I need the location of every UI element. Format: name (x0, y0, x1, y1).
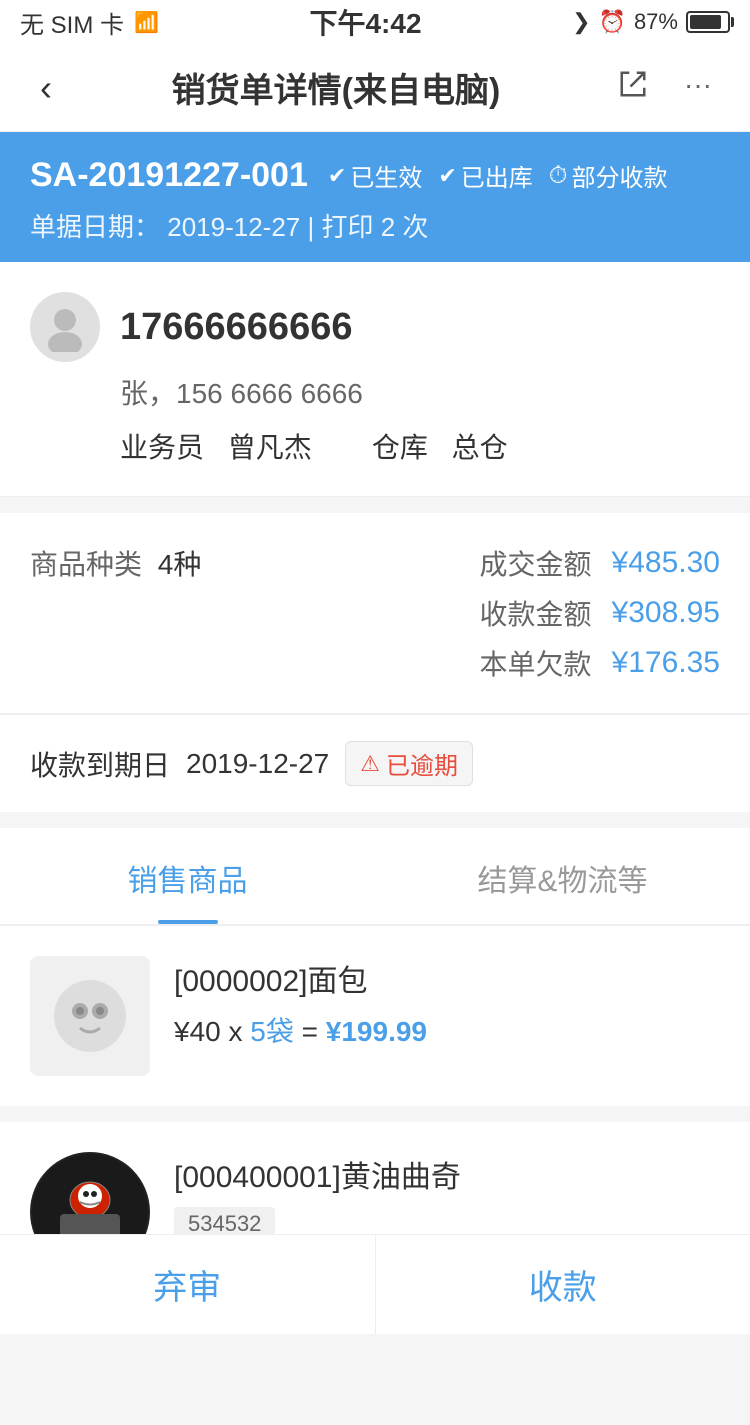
nav-bar: ‹ 销货单详情(来自电脑) ··· (0, 44, 750, 132)
nav-actions: ··· (610, 61, 720, 114)
tab-products[interactable]: 销售商品 (0, 828, 375, 924)
overdue-badge: ⚠ 已逾期 (345, 741, 473, 786)
list-item: [0000002]面包 ¥40 x 5袋 = ¥199.99 (0, 926, 750, 1106)
share-button[interactable] (610, 61, 656, 114)
alarm-icon: ⏰ (599, 9, 626, 35)
bottom-bar: 弃审 收款 (0, 1234, 750, 1334)
product-thumbnail-1 (30, 956, 150, 1076)
due-date-value: 2019-12-27 (186, 748, 329, 780)
customer-id: 17666666666 (120, 306, 352, 349)
due-date-label: 收款到期日 (30, 744, 170, 784)
carrier-label: 无 SIM 卡 (20, 5, 124, 40)
collect-button[interactable]: 收款 (376, 1235, 750, 1334)
page-title: 销货单详情(来自电脑) (172, 63, 501, 112)
status-shipped: ✔ 已出库 (438, 158, 532, 193)
status-bar: 无 SIM 卡 📶 下午4:42 ❯ ⏰ 87% (0, 0, 750, 44)
location-icon: ❯ (572, 9, 590, 35)
deal-amount-row: 成交金额 ¥485.30 (480, 543, 720, 583)
product-type-field: 商品种类 4种 (30, 543, 201, 683)
overdue-icon: ⚠ (360, 751, 380, 777)
tabs-section: 销售商品 结算&物流等 (0, 828, 750, 926)
product-price-1: ¥40 x 5袋 = ¥199.99 (174, 1010, 720, 1050)
tab-settlement[interactable]: 结算&物流等 (375, 828, 750, 924)
customer-name: 张，156 6666 6666 (30, 372, 720, 412)
battery-icon (686, 11, 730, 33)
order-id: SA-20191227-001 (30, 156, 308, 195)
reject-button[interactable]: 弃审 (0, 1235, 376, 1334)
avatar (30, 292, 100, 362)
header-banner: SA-20191227-001 ✔ 已生效 ✔ 已出库 ⏱ 部分收款 单据日期：… (0, 132, 750, 262)
wifi-icon: 📶 (134, 10, 159, 35)
battery-percent: 87% (634, 9, 678, 35)
summary-section: 商品种类 4种 成交金额 ¥485.30 收款金额 ¥308.95 本单欠款 ¥… (0, 513, 750, 714)
tabs-row: 销售商品 结算&物流等 (0, 828, 750, 924)
amount-fields: 成交金额 ¥485.30 收款金额 ¥308.95 本单欠款 ¥176.35 (480, 543, 720, 683)
product-info-1: [0000002]面包 ¥40 x 5袋 = ¥199.99 (174, 956, 720, 1050)
customer-meta: 业务员 曾凡杰 仓库 总仓 (30, 426, 720, 466)
collect-amount-row: 收款金额 ¥308.95 (480, 593, 720, 633)
debt-amount-row: 本单欠款 ¥176.35 (480, 643, 720, 683)
salesman-field: 业务员 曾凡杰 (120, 426, 312, 466)
status-tags: ✔ 已生效 ✔ 已出库 ⏱ 部分收款 (328, 158, 668, 193)
header-meta: 单据日期： 2019-12-27 | 打印 2 次 (30, 207, 720, 244)
warehouse-field: 仓库 总仓 (372, 426, 508, 466)
status-effective: ✔ 已生效 (328, 158, 422, 193)
product-name-1: [0000002]面包 (174, 956, 720, 1000)
customer-section: 17666666666 张，156 6666 6666 业务员 曾凡杰 仓库 总… (0, 262, 750, 497)
status-time: 下午4:42 (309, 2, 421, 42)
due-date-section: 收款到期日 2019-12-27 ⚠ 已逾期 (0, 714, 750, 812)
product-name-2: [000400001]黄油曲奇 (174, 1152, 720, 1196)
status-partial: ⏱ 部分收款 (549, 158, 668, 193)
status-right: ❯ ⏰ 87% (572, 9, 730, 35)
status-left: 无 SIM 卡 📶 (20, 5, 159, 40)
more-button[interactable]: ··· (676, 61, 720, 114)
back-button[interactable]: ‹ (30, 57, 62, 119)
